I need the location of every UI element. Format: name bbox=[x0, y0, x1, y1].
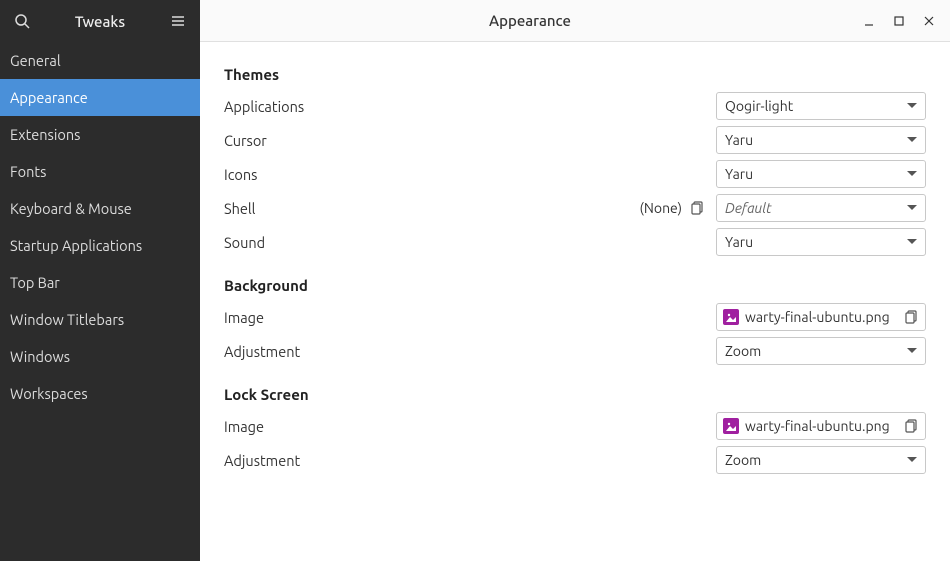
minimize-button[interactable] bbox=[856, 8, 882, 34]
sidebar-item-extensions[interactable]: Extensions bbox=[0, 116, 200, 153]
chevron-down-icon bbox=[907, 103, 917, 109]
sidebar: Tweaks General Appearance Extensions Fon… bbox=[0, 0, 200, 561]
label-applications: Applications bbox=[224, 98, 716, 115]
sidebar-item-label: Startup Applications bbox=[10, 237, 142, 254]
file-browse-button[interactable] bbox=[905, 419, 919, 433]
sidebar-item-appearance[interactable]: Appearance bbox=[0, 79, 200, 116]
hamburger-icon bbox=[170, 13, 186, 29]
image-file-icon bbox=[723, 418, 739, 434]
label-sound: Sound bbox=[224, 234, 716, 251]
shell-none-label: (None) bbox=[639, 200, 682, 216]
sidebar-item-startup-applications[interactable]: Startup Applications bbox=[0, 227, 200, 264]
label-lockscreen-image: Image bbox=[224, 418, 716, 435]
minimize-icon bbox=[863, 15, 875, 27]
hamburger-menu-button[interactable] bbox=[164, 7, 192, 35]
row-lockscreen-adjustment: Adjustment Zoom bbox=[224, 443, 926, 477]
sidebar-item-windows[interactable]: Windows bbox=[0, 338, 200, 375]
sidebar-item-keyboard-mouse[interactable]: Keyboard & Mouse bbox=[0, 190, 200, 227]
sidebar-item-top-bar[interactable]: Top Bar bbox=[0, 264, 200, 301]
chevron-down-icon bbox=[907, 205, 917, 211]
dropdown-value: Default bbox=[725, 200, 907, 216]
chevron-down-icon bbox=[907, 171, 917, 177]
dropdown-lockscreen-adjustment[interactable]: Zoom bbox=[716, 446, 926, 474]
sidebar-item-label: Windows bbox=[10, 348, 70, 365]
image-file-icon bbox=[723, 309, 739, 325]
row-icons: Icons Yaru bbox=[224, 157, 926, 191]
shell-none-indicator: (None) bbox=[639, 198, 708, 218]
row-cursor: Cursor Yaru bbox=[224, 123, 926, 157]
section-title-themes: Themes bbox=[224, 66, 926, 83]
close-icon bbox=[923, 15, 935, 27]
main-panel: Appearance Themes Applications Qogir-lig… bbox=[200, 0, 950, 561]
row-applications: Applications Qogir-light bbox=[224, 89, 926, 123]
dropdown-value: Zoom bbox=[725, 452, 907, 468]
row-background-image: Image warty-final-ubuntu.png bbox=[224, 300, 926, 334]
sidebar-item-label: Extensions bbox=[10, 126, 80, 143]
file-name: warty-final-ubuntu.png bbox=[745, 418, 899, 434]
dropdown-applications[interactable]: Qogir-light bbox=[716, 92, 926, 120]
row-sound: Sound Yaru bbox=[224, 225, 926, 259]
sidebar-item-workspaces[interactable]: Workspaces bbox=[0, 375, 200, 412]
dropdown-value: Qogir-light bbox=[725, 98, 907, 114]
file-browse-button[interactable] bbox=[905, 310, 919, 324]
document-icon bbox=[905, 419, 919, 433]
close-button[interactable] bbox=[916, 8, 942, 34]
sidebar-item-fonts[interactable]: Fonts bbox=[0, 153, 200, 190]
file-chooser-lockscreen-image[interactable]: warty-final-ubuntu.png bbox=[716, 412, 926, 440]
dropdown-cursor[interactable]: Yaru bbox=[716, 126, 926, 154]
sidebar-item-label: Window Titlebars bbox=[10, 311, 124, 328]
dropdown-icons[interactable]: Yaru bbox=[716, 160, 926, 188]
shell-file-button[interactable] bbox=[688, 198, 708, 218]
sidebar-item-window-titlebars[interactable]: Window Titlebars bbox=[0, 301, 200, 338]
maximize-icon bbox=[893, 15, 905, 27]
sidebar-item-label: Fonts bbox=[10, 163, 46, 180]
content-area: Themes Applications Qogir-light Cursor Y… bbox=[200, 42, 950, 561]
maximize-button[interactable] bbox=[886, 8, 912, 34]
chevron-down-icon bbox=[907, 239, 917, 245]
label-cursor: Cursor bbox=[224, 132, 716, 149]
label-lockscreen-adjustment: Adjustment bbox=[224, 452, 716, 469]
dropdown-value: Yaru bbox=[725, 234, 907, 250]
section-title-lockscreen: Lock Screen bbox=[224, 386, 926, 403]
dropdown-sound[interactable]: Yaru bbox=[716, 228, 926, 256]
sidebar-item-label: Keyboard & Mouse bbox=[10, 200, 132, 217]
dropdown-value: Zoom bbox=[725, 343, 907, 359]
dropdown-value: Yaru bbox=[725, 132, 907, 148]
dropdown-value: Yaru bbox=[725, 166, 907, 182]
row-lockscreen-image: Image warty-final-ubuntu.png bbox=[224, 409, 926, 443]
sidebar-item-label: Workspaces bbox=[10, 385, 88, 402]
file-name: warty-final-ubuntu.png bbox=[745, 309, 899, 325]
sidebar-item-label: Appearance bbox=[10, 89, 88, 106]
window-title: Appearance bbox=[208, 12, 852, 29]
search-icon bbox=[14, 13, 30, 29]
sidebar-item-general[interactable]: General bbox=[0, 42, 200, 79]
titlebar: Appearance bbox=[200, 0, 950, 42]
label-background-image: Image bbox=[224, 309, 716, 326]
chevron-down-icon bbox=[907, 457, 917, 463]
label-shell: Shell bbox=[224, 200, 639, 217]
chevron-down-icon bbox=[907, 137, 917, 143]
chevron-down-icon bbox=[907, 348, 917, 354]
sidebar-item-label: Top Bar bbox=[10, 274, 60, 291]
sidebar-title: Tweaks bbox=[36, 13, 164, 30]
dropdown-shell[interactable]: Default bbox=[716, 194, 926, 222]
search-button[interactable] bbox=[8, 7, 36, 35]
file-chooser-background-image[interactable]: warty-final-ubuntu.png bbox=[716, 303, 926, 331]
sidebar-header: Tweaks bbox=[0, 0, 200, 42]
row-shell: Shell (None) Default bbox=[224, 191, 926, 225]
document-icon bbox=[691, 201, 705, 215]
section-title-background: Background bbox=[224, 277, 926, 294]
row-background-adjustment: Adjustment Zoom bbox=[224, 334, 926, 368]
label-icons: Icons bbox=[224, 166, 716, 183]
label-background-adjustment: Adjustment bbox=[224, 343, 716, 360]
sidebar-item-label: General bbox=[10, 52, 61, 69]
dropdown-background-adjustment[interactable]: Zoom bbox=[716, 337, 926, 365]
document-icon bbox=[905, 310, 919, 324]
